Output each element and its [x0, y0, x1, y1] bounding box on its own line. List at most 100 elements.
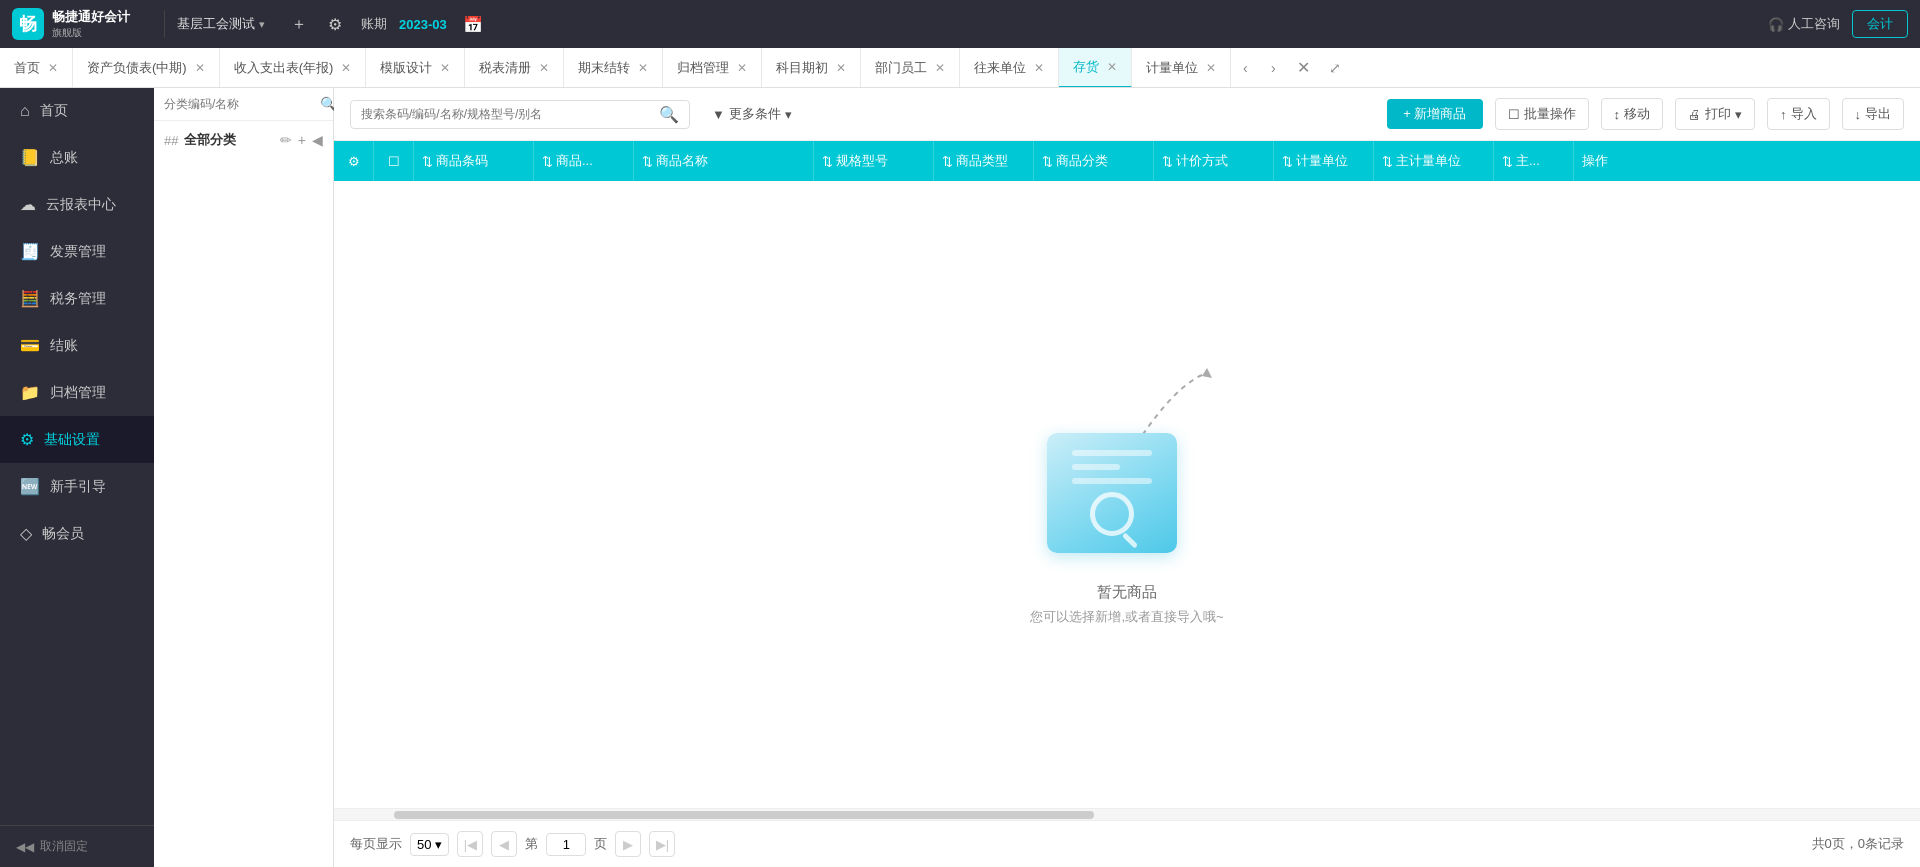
th-code[interactable]: ⇅ 商品...: [534, 141, 634, 181]
tab-inventory[interactable]: 存货 ✕: [1059, 48, 1132, 88]
print-button[interactable]: 🖨 打印 ▾: [1675, 98, 1755, 130]
tab-unit[interactable]: 计量单位 ✕: [1132, 48, 1231, 88]
tab-template[interactable]: 模版设计 ✕: [366, 48, 465, 88]
account-button[interactable]: 会计: [1852, 10, 1908, 38]
main-layout: ⌂ 首页 📒 总账 ☁ 云报表中心 🧾 发票管理 🧮 税务管理 💳 结账 📁 归…: [0, 88, 1920, 867]
tab-prev-btn[interactable]: ‹: [1231, 48, 1259, 88]
cancel-pin-label: 取消固定: [40, 838, 88, 855]
close-icon[interactable]: ✕: [440, 61, 450, 75]
close-icon[interactable]: ✕: [1206, 61, 1216, 75]
tab-label: 归档管理: [677, 59, 729, 77]
logo-text: 畅捷通好会计 旗舰版: [52, 8, 130, 40]
th-type[interactable]: ⇅ 商品类型: [934, 141, 1034, 181]
first-page-button[interactable]: |◀: [457, 831, 483, 857]
close-icon[interactable]: ✕: [935, 61, 945, 75]
close-icon[interactable]: ✕: [341, 61, 351, 75]
company-selector[interactable]: 基层工会测试 ▾: [177, 15, 265, 33]
add-product-button[interactable]: + 新增商品: [1387, 99, 1482, 129]
th-setting[interactable]: ⚙: [334, 141, 374, 181]
sidebar-item-tax[interactable]: 🧮 税务管理: [0, 275, 154, 322]
move-button[interactable]: ↕ 移动: [1601, 98, 1664, 130]
tab-label: 资产负债表(中期): [87, 59, 187, 77]
batch-operation-button[interactable]: ☐ 批量操作: [1495, 98, 1589, 130]
sidebar-item-invoice[interactable]: 🧾 发票管理: [0, 228, 154, 275]
th-checkbox[interactable]: ☐: [374, 141, 414, 181]
sidebar-item-home[interactable]: ⌂ 首页: [0, 88, 154, 134]
close-icon[interactable]: ✕: [195, 61, 205, 75]
tab-label: 期末结转: [578, 59, 630, 77]
category-header: ## 全部分类 ✏ + ◀: [154, 121, 333, 159]
sort-icon: ⇅: [942, 154, 953, 169]
close-icon[interactable]: ✕: [737, 61, 747, 75]
sidebar-item-ledger[interactable]: 📒 总账: [0, 134, 154, 181]
close-icon[interactable]: ✕: [836, 61, 846, 75]
th-category[interactable]: ⇅ 商品分类: [1034, 141, 1154, 181]
cancel-pin-button[interactable]: ◀◀ 取消固定: [0, 825, 154, 867]
product-search-input[interactable]: [361, 107, 653, 121]
tab-next-btn[interactable]: ›: [1259, 48, 1287, 88]
top-header: 畅 畅捷通好会计 旗舰版 基层工会测试 ▾ ＋ ⚙ 账期 2023-03 📅 🎧…: [0, 0, 1920, 48]
close-icon[interactable]: ✕: [539, 61, 549, 75]
category-all-label[interactable]: 全部分类: [184, 131, 273, 149]
tab-vendor[interactable]: 往来单位 ✕: [960, 48, 1059, 88]
add-category-icon[interactable]: +: [298, 132, 306, 148]
more-filter-button[interactable]: ▼ 更多条件 ▾: [702, 101, 802, 127]
edit-category-icon[interactable]: ✏: [280, 132, 292, 148]
sidebar-item-label: 发票管理: [50, 243, 106, 261]
th-spec[interactable]: ⇅ 规格型号: [814, 141, 934, 181]
th-num[interactable]: ⇅ 主...: [1494, 141, 1574, 181]
last-page-button[interactable]: ▶|: [649, 831, 675, 857]
th-name[interactable]: ⇅ 商品名称: [634, 141, 814, 181]
close-icon[interactable]: ✕: [48, 61, 58, 75]
next-page-button[interactable]: ▶: [615, 831, 641, 857]
th-main-unit[interactable]: ⇅ 主计量单位: [1374, 141, 1494, 181]
total-records-label: 共0页，0条记录: [1812, 835, 1904, 853]
sidebar-item-closing[interactable]: 💳 结账: [0, 322, 154, 369]
tab-staff[interactable]: 部门员工 ✕: [861, 48, 960, 88]
sidebar-item-label: 新手引导: [50, 478, 106, 496]
close-icon[interactable]: ✕: [638, 61, 648, 75]
export-button[interactable]: ↓ 导出: [1842, 98, 1905, 130]
guide-icon: 🆕: [20, 477, 40, 496]
tab-closing[interactable]: 期末结转 ✕: [564, 48, 663, 88]
sidebar-item-reports[interactable]: ☁ 云报表中心: [0, 181, 154, 228]
sidebar-item-guide[interactable]: 🆕 新手引导: [0, 463, 154, 510]
page-number-input[interactable]: [546, 833, 586, 856]
th-barcode[interactable]: ⇅ 商品条码: [414, 141, 534, 181]
sidebar-item-settings[interactable]: ⚙ 基础设置: [0, 416, 154, 463]
add-icon[interactable]: ＋: [285, 10, 313, 38]
pagination-bar: 每页显示 50 ▾ |◀ ◀ 第 页 ▶ ▶| 共0页，0条记录: [334, 820, 1920, 867]
help-button[interactable]: 🎧 人工咨询: [1768, 15, 1840, 33]
search-icon[interactable]: 🔍: [659, 105, 679, 124]
page-prefix-label: 第: [525, 835, 538, 853]
home-icon: ⌂: [20, 102, 30, 120]
sidebar-item-label: 云报表中心: [46, 196, 116, 214]
tab-subject[interactable]: 科目期初 ✕: [762, 48, 861, 88]
empty-doc: [1047, 433, 1177, 553]
tab-tax[interactable]: 税表清册 ✕: [465, 48, 564, 88]
tab-balance[interactable]: 资产负债表(中期) ✕: [73, 48, 220, 88]
collapse-panel-icon[interactable]: ◀: [312, 132, 323, 148]
sidebar-item-member[interactable]: ◇ 畅会员: [0, 510, 154, 557]
scroll-thumb[interactable]: [394, 811, 1094, 819]
tab-archive[interactable]: 归档管理 ✕: [663, 48, 762, 88]
th-unit[interactable]: ⇅ 计量单位: [1274, 141, 1374, 181]
sort-icon: ⇅: [1502, 154, 1513, 169]
prev-page-button[interactable]: ◀: [491, 831, 517, 857]
tab-income[interactable]: 收入支出表(年报) ✕: [220, 48, 367, 88]
per-page-select[interactable]: 50 ▾: [410, 833, 449, 856]
tab-expand-btn[interactable]: ⤢: [1319, 48, 1351, 88]
sidebar-item-archive[interactable]: 📁 归档管理: [0, 369, 154, 416]
category-search-input[interactable]: [164, 97, 314, 111]
settings-icon[interactable]: ⚙: [321, 10, 349, 38]
import-button[interactable]: ↑ 导入: [1767, 98, 1830, 130]
close-icon[interactable]: ✕: [1107, 60, 1117, 74]
sidebar-item-label: 畅会员: [42, 525, 84, 543]
tab-close-all-btn[interactable]: ✕: [1287, 48, 1319, 88]
horizontal-scrollbar[interactable]: [334, 808, 1920, 820]
th-price[interactable]: ⇅ 计价方式: [1154, 141, 1274, 181]
calendar-icon[interactable]: 📅: [459, 10, 487, 38]
close-icon[interactable]: ✕: [1034, 61, 1044, 75]
tab-home[interactable]: 首页 ✕: [0, 48, 73, 88]
page-suffix-label: 页: [594, 835, 607, 853]
